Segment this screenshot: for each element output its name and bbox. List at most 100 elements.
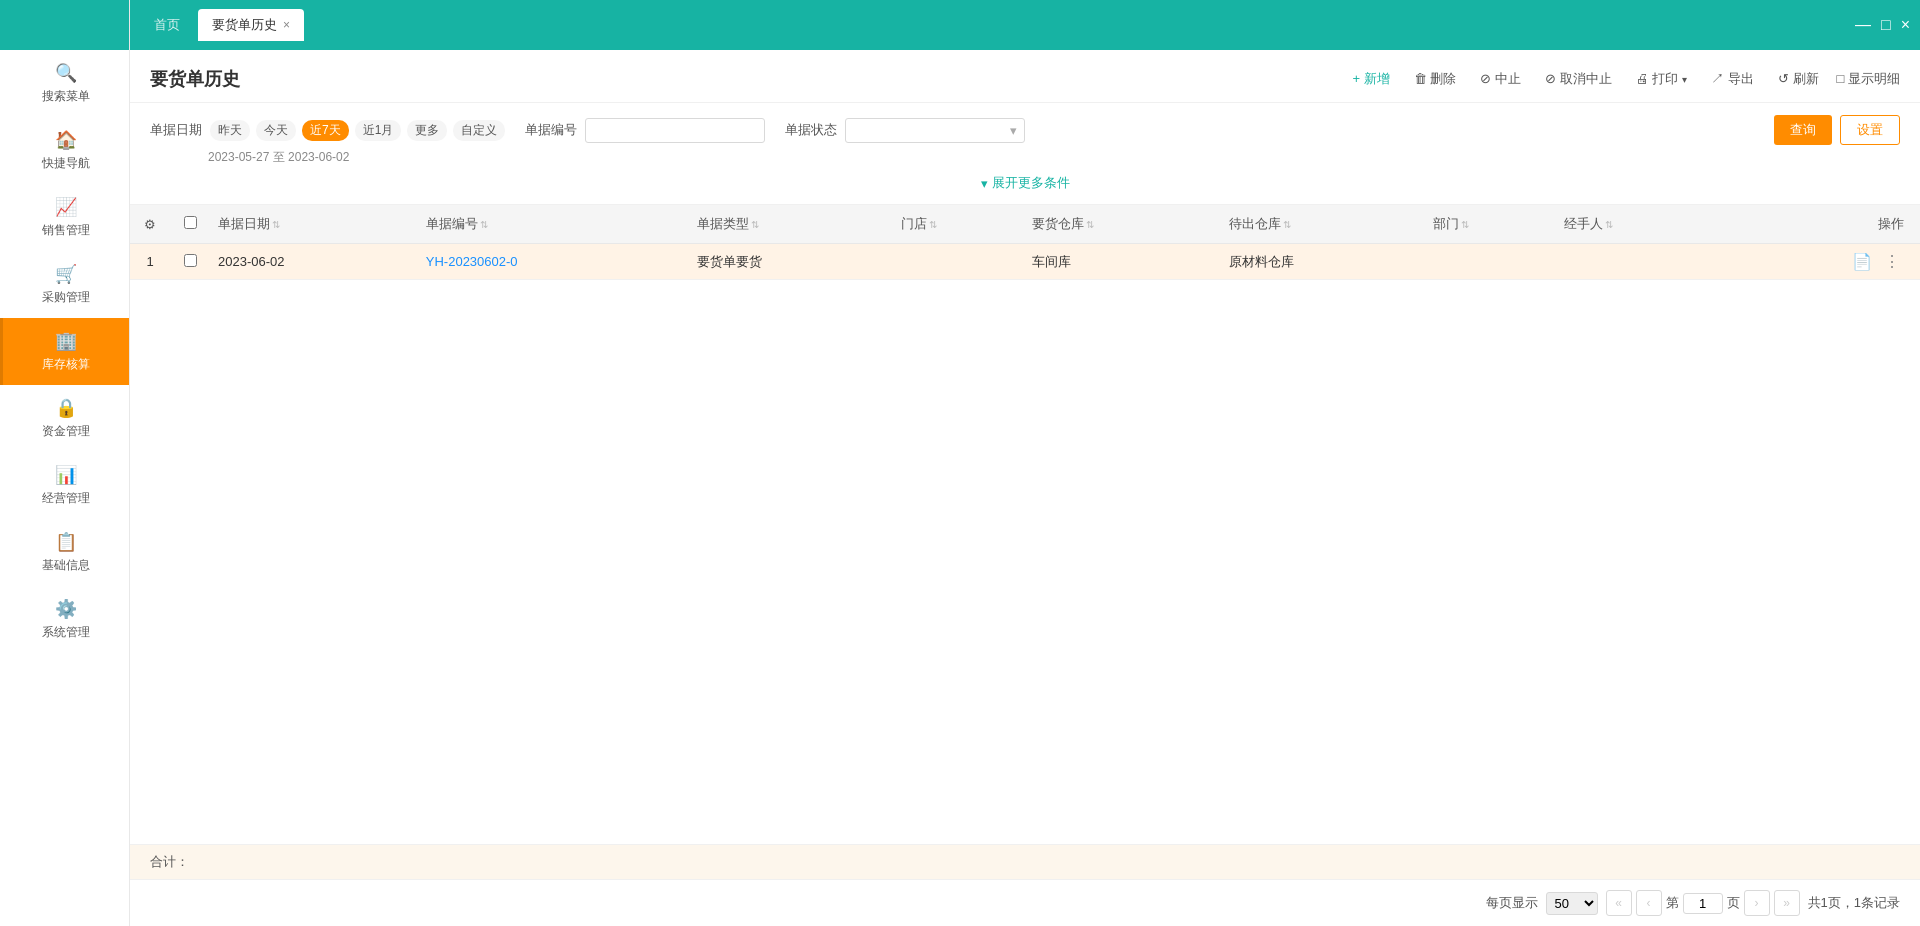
cell-type: 要货单要货 bbox=[689, 244, 893, 280]
export-button[interactable]: ↗ 导出 bbox=[1705, 66, 1760, 92]
status-select[interactable] bbox=[845, 118, 1025, 143]
settings-button[interactable]: 设置 bbox=[1840, 115, 1900, 145]
query-button[interactable]: 查询 bbox=[1774, 115, 1832, 145]
tab-active[interactable]: 要货单历史 × bbox=[198, 9, 304, 41]
per-page-select[interactable]: 50 100 200 bbox=[1546, 892, 1598, 915]
sidebar-item-search-menu[interactable]: 🔍 搜索菜单 bbox=[0, 50, 129, 117]
page-input[interactable] bbox=[1683, 893, 1723, 914]
total-info: 共1页，1条记录 bbox=[1808, 894, 1900, 912]
delete-button-label: 🗑 删除 bbox=[1414, 70, 1457, 88]
window-close-icon[interactable]: × bbox=[1901, 16, 1910, 34]
sidebar-item-sales[interactable]: 📈 销售管理 bbox=[0, 184, 129, 251]
finance-label: 资金管理 bbox=[42, 423, 90, 440]
th-operation: 操作 bbox=[1719, 205, 1920, 244]
th-department: 部门⇅ bbox=[1425, 205, 1556, 244]
date-tag-近7天[interactable]: 近7天 bbox=[302, 120, 349, 141]
cell-date: 2023-06-02 bbox=[210, 244, 418, 280]
print-button[interactable]: 🖨 打印 ▾ bbox=[1630, 66, 1694, 92]
tab-close-icon[interactable]: × bbox=[283, 18, 290, 32]
search-menu-icon: 🔍 bbox=[55, 62, 77, 84]
sidebar-item-quick-nav[interactable]: 🏠 快捷导航 bbox=[0, 117, 129, 184]
status-filter: 单据状态 ▾ bbox=[785, 118, 1025, 143]
quick-nav-label: 快捷导航 bbox=[42, 155, 90, 172]
maximize-icon[interactable]: □ bbox=[1881, 16, 1891, 34]
basic-info-icon: 📋 bbox=[55, 531, 77, 553]
expand-more-button[interactable]: ▾ 展开更多条件 bbox=[150, 174, 1900, 192]
refresh-button[interactable]: ↺ 刷新 bbox=[1772, 66, 1825, 92]
page-title: 要货单历史 bbox=[150, 67, 240, 91]
purchase-icon: 🛒 bbox=[55, 263, 77, 285]
basic-info-label: 基础信息 bbox=[42, 557, 90, 574]
th-checkbox bbox=[170, 205, 210, 244]
th-req-warehouse: 要货仓库⇅ bbox=[1024, 205, 1220, 244]
system-label: 系统管理 bbox=[42, 624, 90, 641]
filter-row: 单据日期 昨天今天近7天近1月更多自定义 单据编号 单据状态 ▾ bbox=[150, 115, 1900, 145]
print-dropdown-icon[interactable]: ▾ bbox=[1682, 74, 1687, 85]
page-content: 要货单历史 + 新增 🗑 删除 ⊘ 中止 ⊘ 取消中止 🖨 打印 ▾ bbox=[130, 50, 1920, 926]
sidebar-item-inventory[interactable]: 🏢 库存核算 bbox=[0, 318, 129, 385]
doc-number-label: 单据编号 bbox=[525, 121, 577, 139]
minimize-icon[interactable]: — bbox=[1855, 16, 1871, 34]
date-tag-昨天[interactable]: 昨天 bbox=[210, 120, 250, 141]
status-select-wrap: ▾ bbox=[845, 118, 1025, 143]
per-page-label: 每页显示 bbox=[1486, 894, 1538, 912]
page-header: 要货单历史 + 新增 🗑 删除 ⊘ 中止 ⊘ 取消中止 🖨 打印 ▾ bbox=[130, 50, 1920, 103]
stop-button-label: ⊘ 中止 bbox=[1480, 70, 1521, 88]
date-range-display: 2023-05-27 至 2023-06-02 bbox=[208, 150, 349, 164]
doc-number-link[interactable]: YH-20230602-0 bbox=[426, 254, 518, 269]
tab-active-label: 要货单历史 bbox=[212, 16, 277, 34]
operations-icon: 📊 bbox=[55, 464, 77, 486]
prev-page-button[interactable]: ‹ bbox=[1636, 890, 1662, 916]
display-detail-label: □ 显示明细 bbox=[1837, 70, 1900, 88]
first-page-button[interactable]: « bbox=[1606, 890, 1632, 916]
date-filter-tags: 昨天今天近7天近1月更多自定义 bbox=[210, 120, 505, 141]
select-all-checkbox[interactable] bbox=[184, 216, 197, 229]
delete-button[interactable]: 🗑 删除 bbox=[1408, 66, 1463, 92]
display-detail-toggle[interactable]: □ 显示明细 bbox=[1837, 70, 1900, 88]
cancel-stop-button[interactable]: ⊘ 取消中止 bbox=[1539, 66, 1618, 92]
sidebar-item-purchase[interactable]: 🛒 采购管理 bbox=[0, 251, 129, 318]
date-tag-今天[interactable]: 今天 bbox=[256, 120, 296, 141]
th-number: 单据编号⇅ bbox=[418, 205, 690, 244]
next-page-button[interactable]: › bbox=[1744, 890, 1770, 916]
operations-label: 经营管理 bbox=[42, 490, 90, 507]
pagination: 每页显示 50 100 200 « ‹ 第 页 › » 共1页，1条记录 bbox=[130, 879, 1920, 926]
th-type: 单据类型⇅ bbox=[689, 205, 893, 244]
search-menu-label: 搜索菜单 bbox=[42, 88, 90, 105]
op-view-icon[interactable]: 📄 bbox=[1848, 251, 1876, 272]
date-tag-更多[interactable]: 更多 bbox=[407, 120, 447, 141]
sidebar-item-system[interactable]: ⚙️ 系统管理 bbox=[0, 586, 129, 653]
sidebar-item-operations[interactable]: 📊 经营管理 bbox=[0, 452, 129, 519]
sidebar-logo bbox=[0, 0, 129, 50]
page-end-label: 页 bbox=[1727, 894, 1740, 912]
table-wrap: ⚙ 单据日期⇅ 单据编号⇅ 单据类型⇅ 门店⇅ 要货仓库⇅ 待出仓库⇅ 部门⇅ … bbox=[130, 205, 1920, 844]
th-handler: 经手人⇅ bbox=[1556, 205, 1720, 244]
table-footer: 合计： bbox=[130, 844, 1920, 879]
main-content: 首页 要货单历史 × — □ × 要货单历史 + 新增 🗑 删除 bbox=[130, 0, 1920, 926]
row-checkbox[interactable] bbox=[184, 254, 197, 267]
new-button[interactable]: + 新增 bbox=[1347, 66, 1396, 92]
cell-pending-warehouse: 原材料仓库 bbox=[1221, 244, 1425, 280]
cell-operation: 📄 ⋮ bbox=[1719, 244, 1920, 280]
cell-number: YH-20230602-0 bbox=[418, 244, 690, 280]
op-more-icon[interactable]: ⋮ bbox=[1880, 251, 1904, 272]
page-nav: « ‹ 第 页 › » bbox=[1606, 890, 1800, 916]
stop-button[interactable]: ⊘ 中止 bbox=[1474, 66, 1527, 92]
last-page-button[interactable]: » bbox=[1774, 890, 1800, 916]
doc-number-input[interactable] bbox=[585, 118, 765, 143]
sidebar: 🔍 搜索菜单 🏠 快捷导航 📈 销售管理 🛒 采购管理 🏢 库存核算 🔒 资金管… bbox=[0, 0, 130, 926]
date-tag-近1月[interactable]: 近1月 bbox=[355, 120, 402, 141]
refresh-button-label: ↺ 刷新 bbox=[1778, 70, 1819, 88]
th-date: 单据日期⇅ bbox=[210, 205, 418, 244]
sidebar-item-basic-info[interactable]: 📋 基础信息 bbox=[0, 519, 129, 586]
th-settings[interactable]: ⚙ bbox=[130, 205, 170, 244]
table-header-row: ⚙ 单据日期⇅ 单据编号⇅ 单据类型⇅ 门店⇅ 要货仓库⇅ 待出仓库⇅ 部门⇅ … bbox=[130, 205, 1920, 244]
sidebar-item-finance[interactable]: 🔒 资金管理 bbox=[0, 385, 129, 452]
cell-index: 1 bbox=[130, 244, 170, 280]
purchase-label: 采购管理 bbox=[42, 289, 90, 306]
tab-home[interactable]: 首页 bbox=[140, 9, 194, 41]
cell-store bbox=[893, 244, 1024, 280]
window-controls: — □ × bbox=[1855, 16, 1910, 34]
finance-icon: 🔒 bbox=[55, 397, 77, 419]
date-tag-自定义[interactable]: 自定义 bbox=[453, 120, 505, 141]
